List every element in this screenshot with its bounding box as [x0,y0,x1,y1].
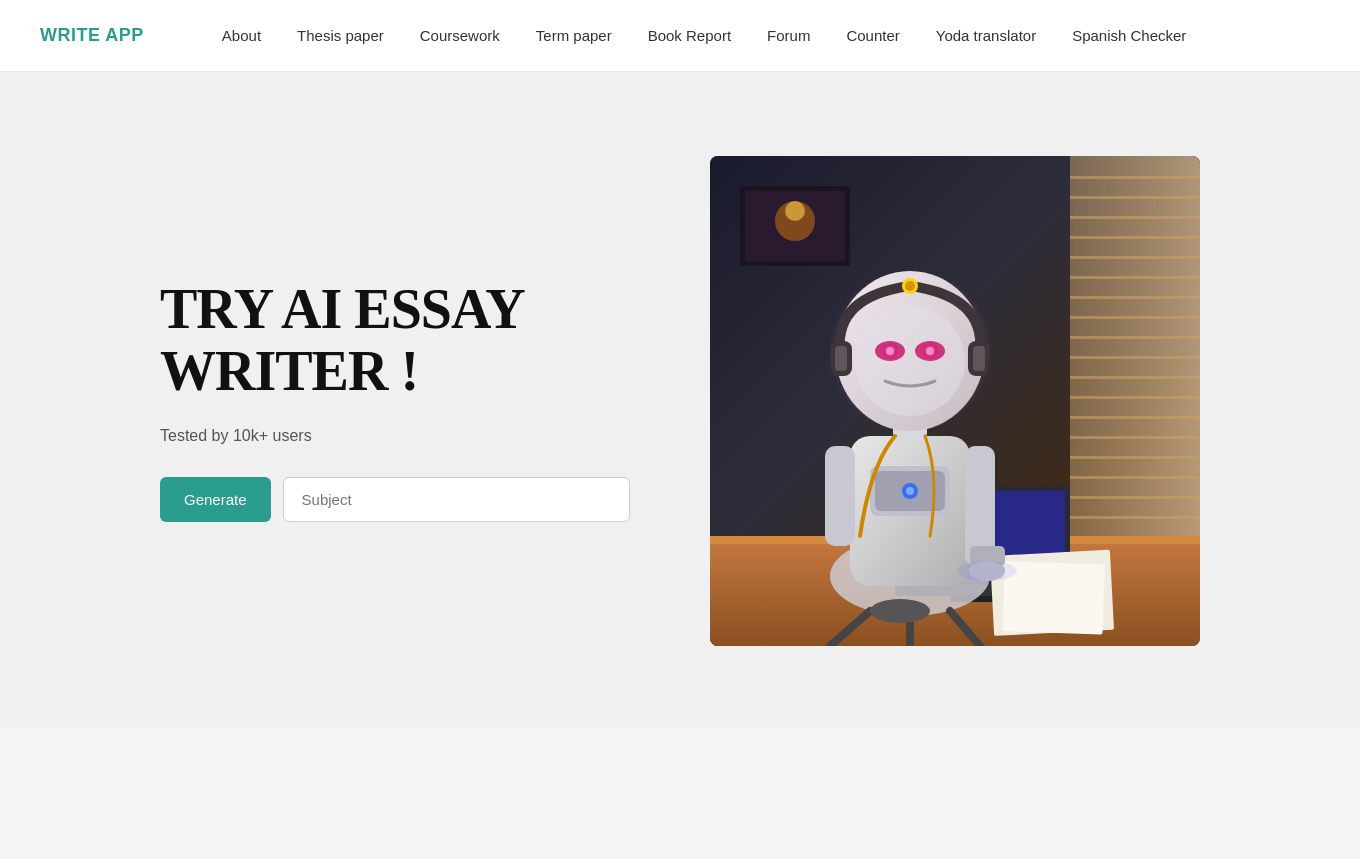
subject-input[interactable] [283,477,630,522]
svg-rect-14 [1070,396,1200,399]
svg-rect-17 [1070,456,1200,459]
nav-link-counter[interactable]: Counter [828,0,917,72]
nav-link-spanish[interactable]: Spanish Checker [1054,0,1204,72]
nav-link-termpaper[interactable]: Term paper [518,0,630,72]
nav-links: About Thesis paper Coursework Term paper… [204,0,1205,72]
nav-link-thesis[interactable]: Thesis paper [279,0,402,72]
svg-point-30 [785,201,805,221]
nav-item-forum[interactable]: Forum [749,0,828,72]
hero-robot-image [710,156,1200,646]
nav-link-bookreport[interactable]: Book Report [630,0,749,72]
hero-section: TRY AI ESSAY WRITER ! Tested by 10k+ use… [0,72,1360,729]
nav-item-spanish[interactable]: Spanish Checker [1054,0,1204,72]
svg-rect-49 [825,446,855,546]
svg-rect-13 [1070,376,1200,379]
svg-rect-8 [1070,276,1200,279]
svg-rect-20 [1070,516,1200,519]
svg-rect-3 [1070,176,1200,179]
nav-item-bookreport[interactable]: Book Report [630,0,749,72]
svg-rect-6 [1070,236,1200,239]
svg-rect-7 [1070,256,1200,259]
svg-rect-12 [1070,356,1200,359]
nav-item-about[interactable]: About [204,0,279,72]
svg-rect-11 [1070,336,1200,339]
svg-rect-39 [1003,561,1105,634]
svg-rect-5 [1070,216,1200,219]
svg-point-69 [830,271,990,431]
nav-item-counter[interactable]: Counter [828,0,917,72]
svg-rect-9 [1070,296,1200,299]
svg-point-70 [957,561,1017,581]
nav-link-forum[interactable]: Forum [749,0,828,72]
navbar: WRITE APP About Thesis paper Coursework … [0,0,1360,72]
svg-rect-10 [1070,316,1200,319]
nav-item-thesis[interactable]: Thesis paper [279,0,402,72]
svg-point-68 [870,599,930,623]
svg-rect-19 [1070,496,1200,499]
brand-logo[interactable]: WRITE APP [40,25,144,46]
nav-item-coursework[interactable]: Coursework [402,0,518,72]
hero-subtitle: Tested by 10k+ users [160,427,630,445]
svg-point-45 [906,487,914,495]
svg-rect-4 [1070,196,1200,199]
nav-link-coursework[interactable]: Coursework [402,0,518,72]
hero-form: Generate [160,477,630,522]
svg-rect-18 [1070,476,1200,479]
nav-item-yoda[interactable]: Yoda translator [918,0,1054,72]
svg-rect-15 [1070,416,1200,419]
nav-link-yoda[interactable]: Yoda translator [918,0,1054,72]
bottom-section [0,729,1360,859]
hero-content: TRY AI ESSAY WRITER ! Tested by 10k+ use… [160,279,630,521]
nav-link-about[interactable]: About [204,0,279,72]
nav-item-termpaper[interactable]: Term paper [518,0,630,72]
generate-button[interactable]: Generate [160,477,271,522]
svg-rect-16 [1070,436,1200,439]
robot-illustration [710,156,1200,646]
hero-title: TRY AI ESSAY WRITER ! [160,279,630,402]
